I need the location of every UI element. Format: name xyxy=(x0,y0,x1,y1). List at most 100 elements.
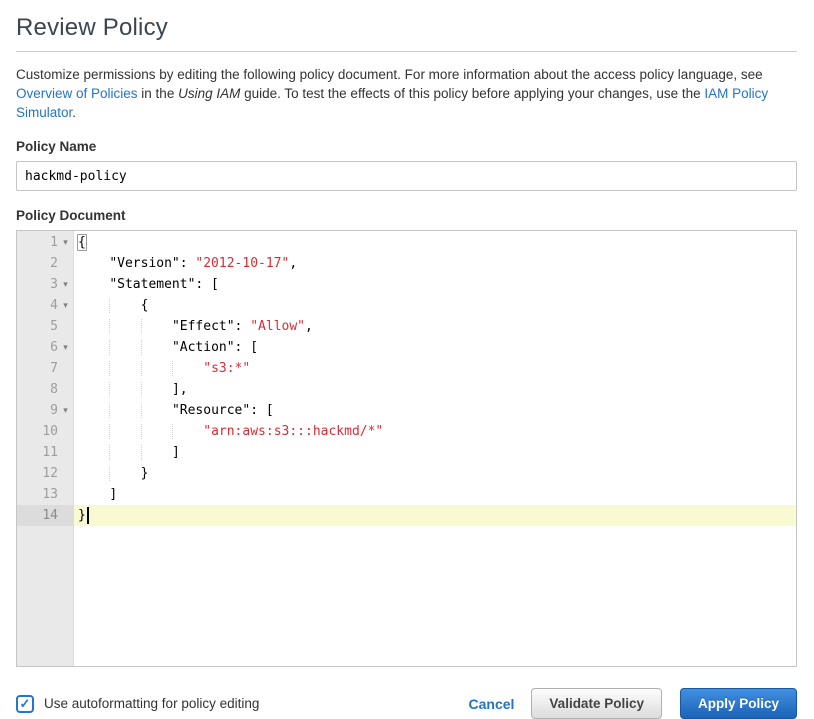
code-line[interactable]: "Action": [ xyxy=(74,337,796,358)
line-number: 12 xyxy=(17,466,58,481)
apply-policy-button[interactable]: Apply Policy xyxy=(680,688,797,719)
gutter-line-number: 10 xyxy=(17,421,73,442)
indent xyxy=(109,424,141,439)
indent xyxy=(141,319,172,334)
code-token: ] xyxy=(109,487,117,502)
gutter-line-number: 3▾ xyxy=(17,274,73,295)
fold-arrow-icon[interactable]: ▾ xyxy=(58,238,73,248)
code-line[interactable]: ], xyxy=(74,379,796,400)
line-number: 1 xyxy=(17,235,58,250)
intro-part1: Customize permissions by editing the fol… xyxy=(16,67,763,82)
gutter-line-number: 2 xyxy=(17,253,73,274)
indent xyxy=(172,424,203,439)
indent xyxy=(78,445,110,460)
indent xyxy=(109,466,140,481)
gutter-line-number: 6▾ xyxy=(17,337,73,358)
indent xyxy=(78,382,110,397)
code-string-token: "Allow" xyxy=(250,319,305,334)
code-line[interactable]: "Effect": "Allow", xyxy=(74,316,796,337)
intro-part4: . xyxy=(72,105,76,120)
autoformat-option[interactable]: ✓ Use autoformatting for policy editing xyxy=(16,695,259,713)
line-number: 8 xyxy=(17,382,58,397)
review-policy-page: { "page": { "title": "Review Policy" }, … xyxy=(0,0,814,719)
code-token: ] xyxy=(172,445,180,460)
line-number: 9 xyxy=(17,403,58,418)
fold-arrow-icon[interactable]: ▾ xyxy=(58,343,73,353)
intro-text: Customize permissions by editing the fol… xyxy=(16,65,797,122)
indent xyxy=(141,403,172,418)
code-string-token: "2012-10-17" xyxy=(195,256,289,271)
indent xyxy=(78,361,110,376)
code-line[interactable]: ] xyxy=(74,484,796,505)
indent xyxy=(109,445,141,460)
code-line[interactable]: "Resource": [ xyxy=(74,400,796,421)
code-token: { xyxy=(141,298,149,313)
policy-document-label: Policy Document xyxy=(16,208,797,223)
line-number: 5 xyxy=(17,319,58,334)
code-line[interactable]: ] xyxy=(74,442,796,463)
checkmark-icon: ✓ xyxy=(20,697,31,710)
gutter-line-number: 9▾ xyxy=(17,400,73,421)
gutter-line-number: 8 xyxy=(17,379,73,400)
code-line[interactable]: "Version": "2012-10-17", xyxy=(74,253,796,274)
indent xyxy=(78,298,110,313)
validate-policy-button[interactable]: Validate Policy xyxy=(531,688,662,719)
title-divider xyxy=(16,51,797,52)
indent xyxy=(109,340,141,355)
gutter-line-number: 7 xyxy=(17,358,73,379)
code-token: , xyxy=(289,256,297,271)
code-string-token: "arn:aws:s3:::hackmd/*" xyxy=(203,424,383,439)
policy-editor[interactable]: 1▾23▾4▾56▾789▾1011121314 { "Version": "2… xyxy=(16,230,797,667)
indent xyxy=(78,487,109,502)
gutter-line-number: 1▾ xyxy=(17,232,73,253)
code-token: "Effect": xyxy=(172,319,250,334)
gutter-line-number: 11 xyxy=(17,442,73,463)
indent xyxy=(78,424,110,439)
gutter-line-number: 14 xyxy=(17,505,73,526)
line-number: 6 xyxy=(17,340,58,355)
code-line[interactable]: "arn:aws:s3:::hackmd/*" xyxy=(74,421,796,442)
code-token: "Resource": [ xyxy=(172,403,274,418)
indent xyxy=(109,298,140,313)
fold-arrow-icon[interactable]: ▾ xyxy=(58,280,73,290)
fold-arrow-icon[interactable]: ▾ xyxy=(58,406,73,416)
code-token: ], xyxy=(172,382,188,397)
text-cursor xyxy=(87,507,89,524)
overview-of-policies-link[interactable]: Overview of Policies xyxy=(16,86,138,101)
fold-arrow-icon[interactable]: ▾ xyxy=(58,301,73,311)
code-line[interactable]: } xyxy=(74,505,796,526)
indent xyxy=(109,403,141,418)
code-line[interactable]: "s3:*" xyxy=(74,358,796,379)
code-line[interactable]: { xyxy=(74,295,796,316)
indent xyxy=(78,319,110,334)
gutter-line-number: 12 xyxy=(17,463,73,484)
indent xyxy=(141,361,173,376)
editor-code[interactable]: { "Version": "2012-10-17", "Statement": … xyxy=(74,231,796,666)
policy-name-input[interactable] xyxy=(16,161,797,191)
indent xyxy=(78,403,110,418)
indent xyxy=(141,424,173,439)
guide-name: Using IAM xyxy=(178,86,240,101)
code-token: "Statement": [ xyxy=(109,277,219,292)
indent xyxy=(78,340,110,355)
indent xyxy=(109,319,141,334)
action-buttons: Cancel Validate Policy Apply Policy xyxy=(469,688,798,719)
intro-part3: guide. To test the effects of this polic… xyxy=(240,86,704,101)
line-number: 4 xyxy=(17,298,58,313)
line-number: 3 xyxy=(17,277,58,292)
code-line[interactable]: } xyxy=(74,463,796,484)
cancel-link[interactable]: Cancel xyxy=(469,696,515,712)
line-number: 10 xyxy=(17,424,58,439)
code-line[interactable]: { xyxy=(74,232,796,253)
autoformat-label[interactable]: Use autoformatting for policy editing xyxy=(44,696,259,711)
indent xyxy=(78,256,109,271)
intro-part2: in the xyxy=(138,86,179,101)
indent xyxy=(172,361,203,376)
autoformat-checkbox[interactable]: ✓ xyxy=(16,695,34,713)
code-token: , xyxy=(305,319,313,334)
indent xyxy=(78,466,110,481)
indent xyxy=(109,382,141,397)
gutter-line-number: 4▾ xyxy=(17,295,73,316)
indent xyxy=(78,277,109,292)
code-line[interactable]: "Statement": [ xyxy=(74,274,796,295)
